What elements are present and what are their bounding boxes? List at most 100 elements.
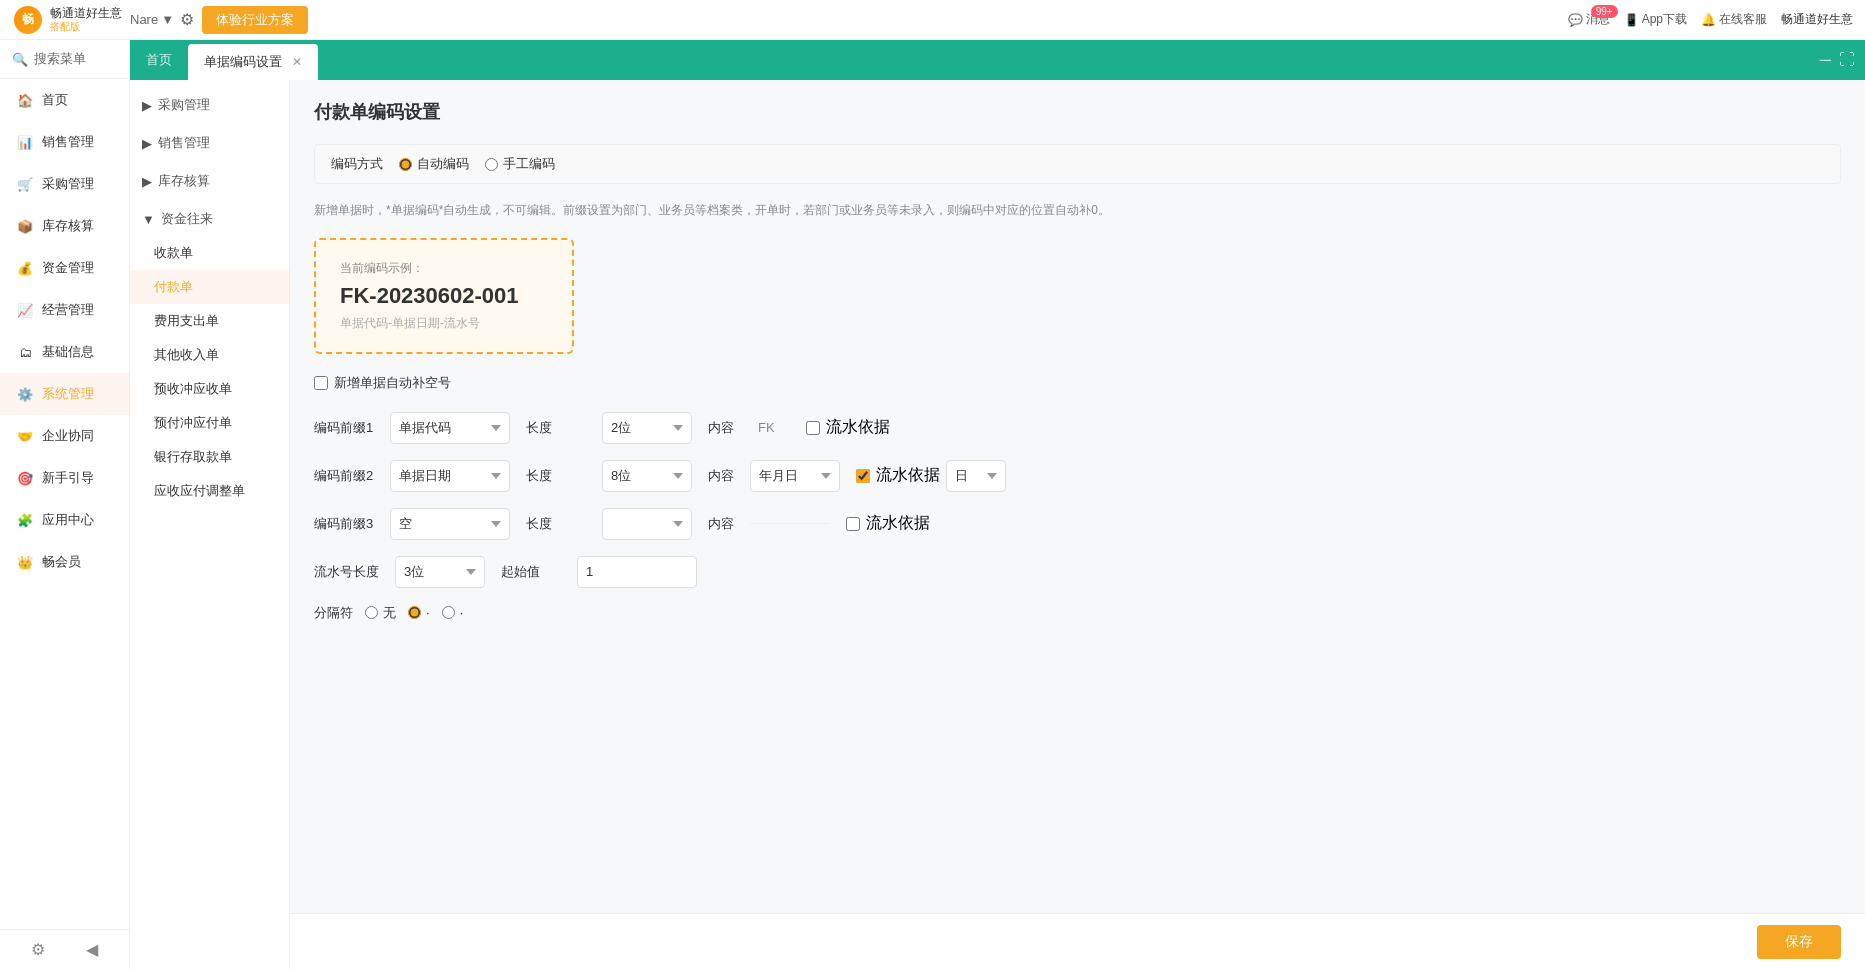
basic-icon: 🗂 [16, 343, 34, 361]
message-icon[interactable]: 💬 消息 99+ [1568, 11, 1610, 28]
sidebar-bottom: ⚙ ◀ [0, 929, 129, 969]
sub-sidebar: ▶ 采购管理 ▶ 销售管理 ▶ 库存核算 [130, 80, 290, 969]
length2-select[interactable]: 8位 [602, 460, 692, 492]
separator-options: 无 · · [365, 604, 463, 622]
app-download[interactable]: 📱 App下载 [1624, 11, 1687, 28]
auto-encoding-radio[interactable]: 自动编码 [399, 155, 469, 173]
sidebar-item-system[interactable]: ⚙️ 系统管理 [0, 373, 129, 415]
content1-label: 内容 [708, 419, 734, 437]
app-icon: 🧩 [16, 511, 34, 529]
serial-length-select[interactable]: 3位 4位 5位 [395, 556, 485, 588]
main-page: 付款单编码设置 编码方式 自动编码 手工编码 [290, 80, 1865, 969]
prefix2-select[interactable]: 单据日期 [390, 460, 510, 492]
sub-item-adjustment[interactable]: 应收应付调整单 [130, 474, 289, 508]
sidebar-item-enterprise[interactable]: 🤝 企业协同 [0, 415, 129, 457]
sub-group-inventory: ▶ 库存核算 [130, 164, 289, 198]
user-name[interactable]: 畅通道好生意 [1781, 11, 1853, 28]
sub-item-bank[interactable]: 银行存取款单 [130, 440, 289, 474]
prefix1-select[interactable]: 单据代码 [390, 412, 510, 444]
action-btn[interactable]: 体验行业方案 [202, 6, 308, 34]
liushui2-period-select[interactable]: 日 月 年 [946, 460, 1006, 492]
sidebar-item-operation[interactable]: 📈 经营管理 [0, 289, 129, 331]
minimize-btn[interactable]: ─ [1820, 51, 1831, 69]
sidebar-item-basic[interactable]: 🗂 基础信息 [0, 331, 129, 373]
content2-select[interactable]: 年月日 [750, 460, 840, 492]
topbar-nav[interactable]: Nare ▼ ⚙ [130, 10, 194, 29]
liushui3-label: 流水依据 [866, 513, 930, 534]
prefix3-select[interactable]: 空 [390, 508, 510, 540]
start-value-input[interactable] [577, 556, 697, 588]
length3-label: 长度 [526, 515, 586, 533]
sidebar-search[interactable]: 🔍 搜索菜单 [0, 40, 129, 79]
home-icon: 🏠 [16, 91, 34, 109]
operation-icon: 📈 [16, 301, 34, 319]
encoding-label: 编码方式 [331, 155, 383, 173]
inventory-icon: 📦 [16, 217, 34, 235]
sidebar-item-sales[interactable]: 📊 销售管理 [0, 121, 129, 163]
service-icon: 🔔 [1701, 13, 1716, 27]
sub-group-sales-header[interactable]: ▶ 销售管理 [130, 126, 289, 160]
sidebar-collapse-icon[interactable]: ◀ [86, 940, 98, 959]
sep-dot2-radio[interactable] [442, 606, 455, 619]
sub-item-prepayment-pay[interactable]: 预付冲应付单 [130, 406, 289, 440]
system-icon: ⚙️ [16, 385, 34, 403]
sep-dot-radio[interactable] [408, 606, 421, 619]
length3-select[interactable] [602, 508, 692, 540]
sidebar-item-purchase[interactable]: 🛒 采购管理 [0, 163, 129, 205]
sidebar-item-finance[interactable]: 💰 资金管理 [0, 247, 129, 289]
tab-encoding-settings[interactable]: 单据编码设置 ✕ [188, 44, 318, 80]
manual-encoding-radio[interactable]: 手工编码 [485, 155, 555, 173]
tab-close-icon[interactable]: ✕ [292, 55, 302, 69]
auto-fill-label[interactable]: 新增单据自动补空号 [334, 374, 451, 392]
liushui1-checkbox[interactable] [806, 421, 820, 435]
sidebar-item-inventory[interactable]: 📦 库存核算 [0, 205, 129, 247]
sub-item-receipts[interactable]: 收款单 [130, 236, 289, 270]
liushui2-checkbox[interactable] [856, 469, 870, 483]
sidebar-settings-icon[interactable]: ⚙ [31, 940, 45, 959]
sub-item-other-income[interactable]: 其他收入单 [130, 338, 289, 372]
tab-home[interactable]: 首页 [130, 40, 188, 80]
guide-icon: 🎯 [16, 469, 34, 487]
nav-dropdown[interactable]: Nare ▼ [130, 12, 174, 27]
logo-icon: 畅 [12, 4, 44, 36]
purchase-icon: 🛒 [16, 175, 34, 193]
sidebar-item-home[interactable]: 🏠 首页 [0, 79, 129, 121]
sub-group-purchase-header[interactable]: ▶ 采购管理 [130, 88, 289, 122]
save-button[interactable]: 保存 [1757, 925, 1841, 959]
topbar: 畅 畅通道好生意 搭配版 Nare ▼ ⚙ 体验行业方案 💬 消息 99+ 📱 … [0, 0, 1865, 40]
length1-select[interactable]: 2位 [602, 412, 692, 444]
sidebar: 🔍 搜索菜单 🏠 首页 📊 销售管理 🛒 采购管理 📦 库存核算 💰 资金管理 … [0, 40, 130, 969]
chevron-down-icon: ▼ [161, 12, 174, 27]
auto-radio-input[interactable] [399, 158, 412, 171]
content2-label: 内容 [708, 467, 734, 485]
sep-dot2[interactable]: · [442, 605, 464, 620]
search-icon: 🔍 [12, 52, 28, 67]
page-title: 付款单编码设置 [314, 100, 1841, 124]
liushui3-checkbox[interactable] [846, 517, 860, 531]
maximize-btn[interactable]: ⛶ [1839, 51, 1855, 69]
auto-fill-checkbox[interactable] [314, 376, 328, 390]
sub-group-inventory-header[interactable]: ▶ 库存核算 [130, 164, 289, 198]
sub-item-prepayment-receive[interactable]: 预收冲应收单 [130, 372, 289, 406]
sep-none-radio[interactable] [365, 606, 378, 619]
right-panel: 首页 单据编码设置 ✕ ─ ⛶ ▶ 采购管理 [130, 40, 1865, 969]
liushui2-group: 流水依据 日 月 年 [856, 460, 1006, 492]
sidebar-item-member[interactable]: 👑 畅会员 [0, 541, 129, 583]
sidebar-item-newguide[interactable]: 🎯 新手引导 [0, 457, 129, 499]
sep-dot[interactable]: · [408, 605, 430, 620]
separator-label: 分隔符 [314, 604, 353, 622]
prefix1-label: 编码前缀1 [314, 419, 374, 437]
sub-item-payment[interactable]: 付款单 [130, 270, 289, 304]
sep-none[interactable]: 无 [365, 604, 396, 622]
sub-item-expense[interactable]: 费用支出单 [130, 304, 289, 338]
sub-group-finance-header[interactable]: ▼ 资金往来 [130, 202, 289, 236]
online-service[interactable]: 🔔 在线客服 [1701, 11, 1767, 28]
settings-icon[interactable]: ⚙ [180, 10, 194, 29]
enterprise-icon: 🤝 [16, 427, 34, 445]
main-layout: 🔍 搜索菜单 🏠 首页 📊 销售管理 🛒 采购管理 📦 库存核算 💰 资金管理 … [0, 40, 1865, 969]
sidebar-item-appcenter[interactable]: 🧩 应用中心 [0, 499, 129, 541]
manual-radio-input[interactable] [485, 158, 498, 171]
page-content: 付款单编码设置 编码方式 自动编码 手工编码 [290, 80, 1865, 913]
chevron-right-icon3: ▶ [142, 174, 152, 189]
content1-value: FK [750, 420, 790, 435]
